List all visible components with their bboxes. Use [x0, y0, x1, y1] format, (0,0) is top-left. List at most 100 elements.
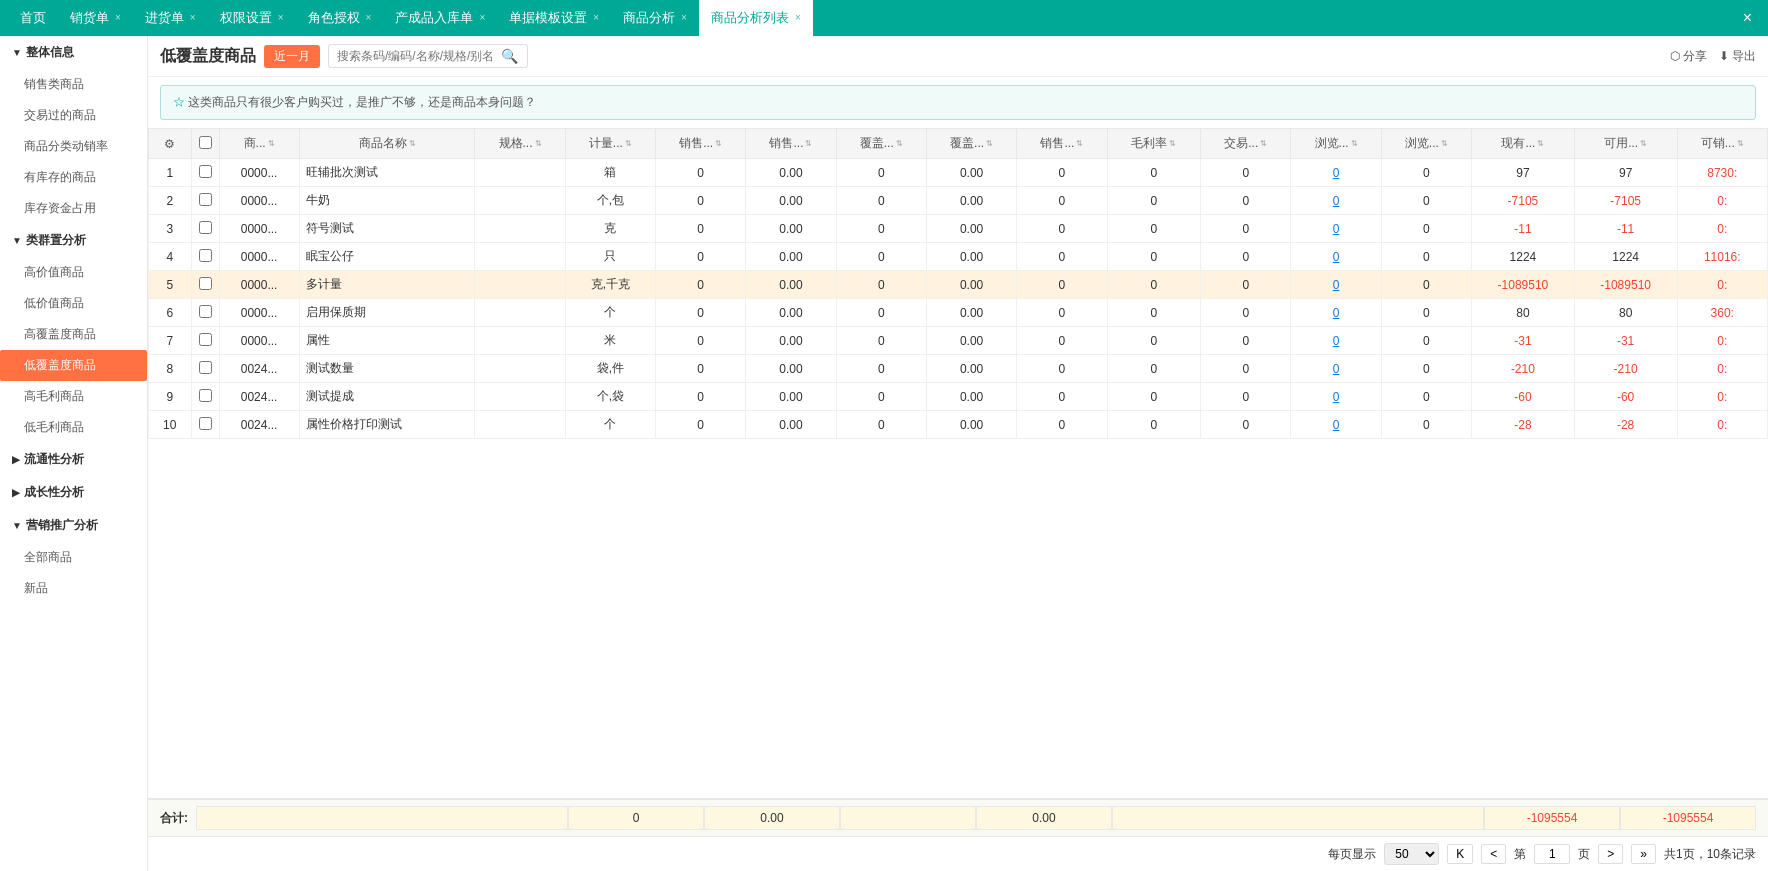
sidebar-section-marketing[interactable]: ▼ 营销推广分析: [0, 509, 147, 542]
row-checkbox[interactable]: [191, 159, 219, 187]
nav-close-sales[interactable]: ×: [115, 0, 121, 36]
row-view1[interactable]: 0: [1291, 187, 1381, 215]
page-size-select[interactable]: 50 10 20 100: [1384, 843, 1439, 865]
row-view1[interactable]: 0: [1291, 299, 1381, 327]
row-checkbox[interactable]: [191, 187, 219, 215]
nav-purchase-order[interactable]: 进货单 ×: [133, 0, 208, 36]
sidebar-item-high-profit[interactable]: 高毛利商品: [0, 381, 147, 412]
row-checkbox[interactable]: [191, 411, 219, 439]
sidebar-item-sales-products[interactable]: 销售类商品: [0, 69, 147, 100]
col-sales3[interactable]: 销售...⇅: [1017, 129, 1107, 159]
search-icon[interactable]: 🔍: [501, 48, 518, 64]
nav-close-purchase[interactable]: ×: [190, 0, 196, 36]
nav-close-role[interactable]: ×: [366, 0, 372, 36]
prev-page-btn[interactable]: <: [1481, 844, 1506, 864]
row-checkbox[interactable]: [191, 327, 219, 355]
col-cover1[interactable]: 覆盖...⇅: [836, 129, 926, 159]
table-container[interactable]: ⚙ 商...⇅ 商品名称⇅ 规格...⇅ 计量...⇅ 销售...⇅ 销售...…: [148, 128, 1768, 798]
sidebar-item-in-stock-products[interactable]: 有库存的商品: [0, 162, 147, 193]
sidebar-item-all-products[interactable]: 全部商品: [0, 542, 147, 573]
row-select-checkbox[interactable]: [199, 389, 212, 402]
sidebar-section-growth[interactable]: ▶ 成长性分析: [0, 476, 147, 509]
col-unit[interactable]: 计量...⇅: [565, 129, 655, 159]
row-view1[interactable]: 0: [1291, 327, 1381, 355]
col-settings[interactable]: ⚙: [149, 129, 192, 159]
page-number-input[interactable]: [1534, 844, 1570, 864]
sidebar-item-high-value[interactable]: 高价值商品: [0, 257, 147, 288]
last-page-btn[interactable]: »: [1631, 844, 1656, 864]
select-all-checkbox[interactable]: [199, 136, 212, 149]
col-view2[interactable]: 浏览...⇅: [1381, 129, 1471, 159]
nav-sales-order[interactable]: 销货单 ×: [58, 0, 133, 36]
col-name[interactable]: 商品名称⇅: [299, 129, 475, 159]
col-view1[interactable]: 浏览...⇅: [1291, 129, 1381, 159]
nav-analysis-list[interactable]: 商品分析列表 ×: [699, 0, 813, 36]
nav-close-template[interactable]: ×: [593, 0, 599, 36]
nav-template-settings[interactable]: 单据模板设置 ×: [497, 0, 611, 36]
sidebar-section-category-analysis[interactable]: ▼ 类群置分析: [0, 224, 147, 257]
row-select-checkbox[interactable]: [199, 361, 212, 374]
nav-close-analysis-list[interactable]: ×: [795, 0, 801, 36]
col-gross-rate[interactable]: 毛利率⇅: [1107, 129, 1201, 159]
col-sales-amt[interactable]: 销售...⇅: [746, 129, 836, 159]
window-close-btn[interactable]: ×: [1735, 9, 1760, 27]
row-select-checkbox[interactable]: [199, 193, 212, 206]
row-view1[interactable]: 0: [1291, 383, 1381, 411]
row-select-checkbox[interactable]: [199, 221, 212, 234]
nav-home[interactable]: 首页: [8, 0, 58, 36]
row-view1[interactable]: 0: [1291, 355, 1381, 383]
sidebar-item-traded-products[interactable]: 交易过的商品: [0, 100, 147, 131]
row-select-checkbox[interactable]: [199, 277, 212, 290]
row-select-checkbox[interactable]: [199, 333, 212, 346]
nav-product-analysis[interactable]: 商品分析 ×: [611, 0, 699, 36]
row-view1[interactable]: 0: [1291, 243, 1381, 271]
col-checkbox[interactable]: [191, 129, 219, 159]
row-cover1: 0: [836, 327, 926, 355]
nav-close-analysis[interactable]: ×: [681, 0, 687, 36]
row-view1[interactable]: 0: [1291, 159, 1381, 187]
sidebar-item-low-profit[interactable]: 低毛利商品: [0, 412, 147, 443]
sidebar-item-high-coverage[interactable]: 高覆盖度商品: [0, 319, 147, 350]
nav-permission-settings[interactable]: 权限设置 ×: [208, 0, 296, 36]
col-code[interactable]: 商...⇅: [219, 129, 299, 159]
col-cover2[interactable]: 覆盖...⇅: [926, 129, 1016, 159]
sidebar-item-new-products[interactable]: 新品: [0, 573, 147, 604]
row-current-stock: -28: [1472, 411, 1575, 439]
sidebar-section-overall[interactable]: ▼ 整体信息: [0, 36, 147, 69]
row-checkbox[interactable]: [191, 383, 219, 411]
next-page-btn[interactable]: >: [1598, 844, 1623, 864]
row-view1[interactable]: 0: [1291, 411, 1381, 439]
col-spec[interactable]: 规格...⇅: [475, 129, 565, 159]
share-btn[interactable]: ⬡ 分享: [1670, 48, 1707, 65]
row-view1[interactable]: 0: [1291, 215, 1381, 243]
row-checkbox[interactable]: [191, 271, 219, 299]
row-checkbox[interactable]: [191, 215, 219, 243]
row-available: -60: [1574, 383, 1677, 411]
sidebar-section-liquidity[interactable]: ▶ 流通性分析: [0, 443, 147, 476]
col-trade[interactable]: 交易...⇅: [1201, 129, 1291, 159]
row-select-checkbox[interactable]: [199, 417, 212, 430]
col-saleable[interactable]: 可销...⇅: [1677, 129, 1768, 159]
search-input[interactable]: [337, 49, 497, 63]
time-filter-btn[interactable]: 近一月: [264, 45, 320, 68]
col-sales-qty[interactable]: 销售...⇅: [656, 129, 746, 159]
row-select-checkbox[interactable]: [199, 249, 212, 262]
nav-product-inbound[interactable]: 产成品入库单 ×: [383, 0, 497, 36]
row-checkbox[interactable]: [191, 299, 219, 327]
nav-role-auth[interactable]: 角色授权 ×: [296, 0, 384, 36]
export-btn[interactable]: ⬇ 导出: [1719, 48, 1756, 65]
sidebar-item-stock-capital[interactable]: 库存资金占用: [0, 193, 147, 224]
row-select-checkbox[interactable]: [199, 165, 212, 178]
first-page-btn[interactable]: K: [1447, 844, 1473, 864]
row-checkbox[interactable]: [191, 355, 219, 383]
sidebar-item-category-sales-rate[interactable]: 商品分类动销率: [0, 131, 147, 162]
nav-close-inbound[interactable]: ×: [479, 0, 485, 36]
row-select-checkbox[interactable]: [199, 305, 212, 318]
nav-close-permission[interactable]: ×: [278, 0, 284, 36]
sidebar-item-low-coverage[interactable]: 低覆盖度商品: [0, 350, 147, 381]
row-checkbox[interactable]: [191, 243, 219, 271]
row-view1[interactable]: 0: [1291, 271, 1381, 299]
col-current-stock[interactable]: 现有...⇅: [1472, 129, 1575, 159]
sidebar-item-low-value[interactable]: 低价值商品: [0, 288, 147, 319]
col-available[interactable]: 可用...⇅: [1574, 129, 1677, 159]
